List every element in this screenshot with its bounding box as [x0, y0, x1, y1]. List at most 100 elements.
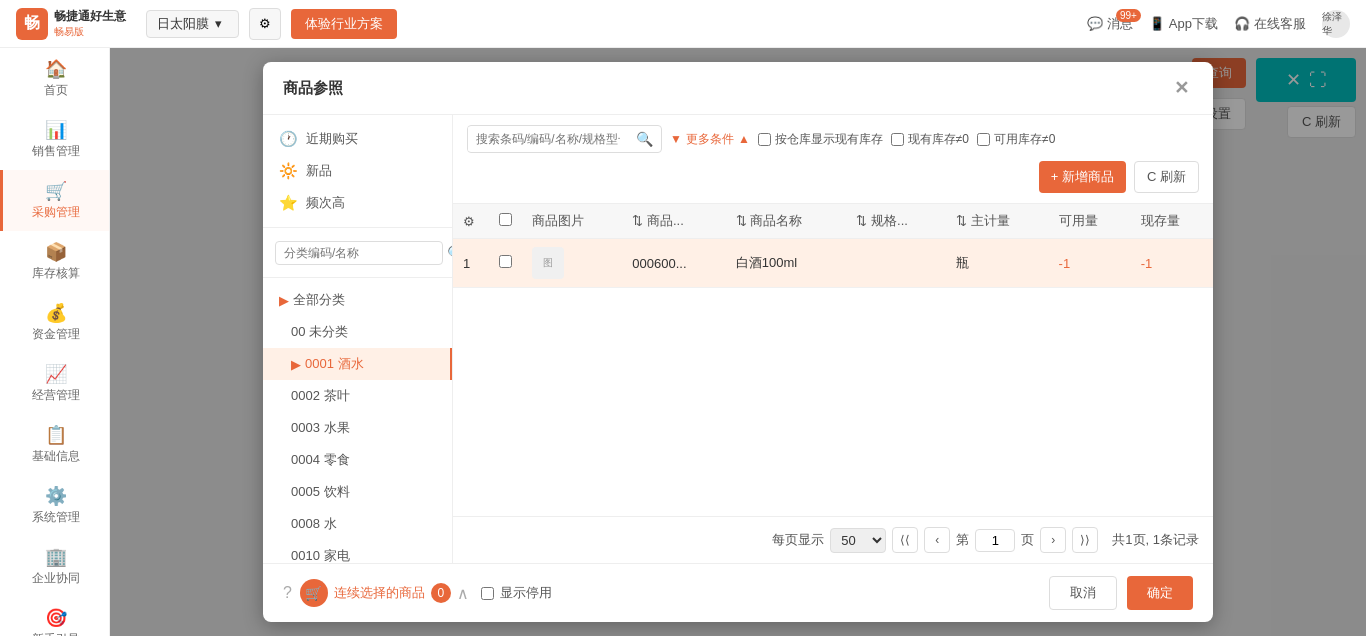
show-disabled-checkbox[interactable] — [481, 587, 494, 600]
refresh-button[interactable]: C 刷新 — [1134, 161, 1199, 193]
cell-check[interactable] — [489, 239, 522, 288]
guide-icon: 🎯 — [45, 607, 67, 629]
category-item-water[interactable]: 0008 水 — [263, 508, 452, 540]
usable-not-zero-filter[interactable]: 可用库存≠0 — [977, 131, 1055, 148]
sidebar-item-purchase[interactable]: 🛒 采购管理 — [0, 170, 109, 231]
modal-title: 商品参照 — [283, 79, 343, 98]
more-filters-button[interactable]: ▼ 更多条件 ▲ — [670, 131, 750, 148]
th-code[interactable]: ⇅ 商品... — [622, 204, 725, 239]
last-page-button[interactable]: ⟩⟩ — [1072, 527, 1098, 553]
frequent-item[interactable]: ⭐ 频次高 — [263, 187, 452, 219]
table-header-row: ⚙ 商品图片 ⇅ 商品... — [453, 204, 1213, 239]
new-products-item[interactable]: 🔆 新品 — [263, 155, 452, 187]
logo-icon: 畅 — [16, 8, 48, 40]
arrow-icon: ▶ — [279, 293, 289, 308]
online-service-button[interactable]: 🎧 在线客服 — [1234, 15, 1306, 33]
category-item-drinks[interactable]: 0005 饮料 — [263, 476, 452, 508]
modal-close-button[interactable]: ✕ — [1169, 76, 1193, 100]
sidebar-item-inventory[interactable]: 📦 库存核算 — [0, 231, 109, 292]
row-checkbox[interactable] — [499, 255, 512, 268]
logo-text: 畅捷通好生意 畅易版 — [54, 8, 126, 39]
sidebar-item-finance[interactable]: 💰 资金管理 — [0, 292, 109, 353]
category-item-snacks[interactable]: 0004 零食 — [263, 444, 452, 476]
table-row[interactable]: 1 图 000600... 白酒100ml — [453, 239, 1213, 288]
category-item-liquor[interactable]: ▶ 0001 酒水 — [263, 348, 452, 380]
collapse-icon[interactable]: ∧ — [457, 584, 469, 603]
recent-purchases-item[interactable]: 🕐 近期购买 — [263, 123, 452, 155]
experience-button[interactable]: 体验行业方案 — [291, 9, 397, 39]
sidebar-item-home[interactable]: 🏠 首页 — [0, 48, 109, 109]
help-icon[interactable]: ? — [283, 584, 292, 602]
sidebar-item-sales[interactable]: 📊 销售管理 — [0, 109, 109, 170]
category-item-all[interactable]: ▶ 全部分类 — [263, 284, 452, 316]
category-search-input[interactable] — [275, 241, 443, 265]
sidebar-item-enterprise[interactable]: 🏢 企业协同 — [0, 536, 109, 597]
sidebar-item-guide[interactable]: 🎯 新手引导 — [0, 597, 109, 636]
available-not-zero-filter[interactable]: 现有库存≠0 — [891, 131, 969, 148]
page-size-label: 每页显示 — [772, 531, 824, 549]
settings-icon[interactable]: ⚙ — [249, 8, 281, 40]
cell-num: 1 — [453, 239, 489, 288]
select-all-checkbox[interactable] — [499, 213, 512, 226]
usable-not-zero-checkbox[interactable] — [977, 133, 990, 146]
chevron-down-icon: ▾ — [215, 16, 222, 31]
cell-image: 图 — [522, 239, 622, 288]
clock-icon: 🕐 — [279, 130, 298, 148]
product-table: ⚙ 商品图片 ⇅ 商品... — [453, 204, 1213, 516]
category-item-fruit[interactable]: 0003 水果 — [263, 412, 452, 444]
confirm-button[interactable]: 确定 — [1127, 576, 1193, 610]
cart-button[interactable]: 🛒 连续选择的商品 0 ∧ — [300, 579, 469, 607]
th-available: 可用量 — [1049, 204, 1131, 239]
enterprise-icon: 🏢 — [45, 546, 67, 568]
first-page-button[interactable]: ⟨⟨ — [892, 527, 918, 553]
store-selector[interactable]: 日太阳膜 ▾ — [146, 10, 239, 38]
app-download-button[interactable]: 📱 App下载 — [1149, 15, 1218, 33]
th-spec[interactable]: ⇅ 规格... — [846, 204, 946, 239]
category-item-appliances[interactable]: 0010 家电 — [263, 540, 452, 563]
th-settings[interactable]: ⚙ — [453, 204, 489, 239]
quick-items-list: 🕐 近期购买 🔆 新品 ⭐ 频次高 — [263, 115, 452, 228]
sidebar-item-operations[interactable]: 📈 经营管理 — [0, 353, 109, 414]
table-body: 1 图 000600... 白酒100ml — [453, 239, 1213, 288]
product-thumbnail: 图 — [532, 247, 564, 279]
messages-badge: 99+ — [1116, 9, 1141, 22]
product-search-box: 🔍 — [467, 125, 662, 153]
next-page-button[interactable]: › — [1040, 527, 1066, 553]
sort-spec-icon: ⇅ — [856, 213, 867, 228]
product-panel: 🔍 ▼ 更多条件 ▲ 按仓库显示现有库存 — [453, 115, 1213, 563]
th-unit[interactable]: ⇅ 主计量 — [946, 204, 1049, 239]
page-size-select[interactable]: 50 10 20 100 — [830, 528, 886, 553]
cell-unit: 瓶 — [946, 239, 1049, 288]
sidebar-item-basic[interactable]: 📋 基础信息 — [0, 414, 109, 475]
messages-button[interactable]: 💬 消息 99+ — [1087, 15, 1133, 33]
new-icon: 🔆 — [279, 162, 298, 180]
category-item-tea[interactable]: 0002 茶叶 — [263, 380, 452, 412]
add-product-button[interactable]: + 新增商品 — [1039, 161, 1126, 193]
product-search-input[interactable] — [468, 127, 628, 151]
pagination: 每页显示 50 10 20 100 ⟨⟨ ‹ 第 页 — [453, 516, 1213, 563]
th-name[interactable]: ⇅ 商品名称 — [726, 204, 847, 239]
category-item-uncategorized[interactable]: 00 未分类 — [263, 316, 452, 348]
page-number-input[interactable] — [975, 529, 1015, 552]
sidebar-item-system[interactable]: ⚙️ 系统管理 — [0, 475, 109, 536]
page-label-end: 页 — [1021, 531, 1034, 549]
show-warehouse-inventory-filter[interactable]: 按仓库显示现有库存 — [758, 131, 883, 148]
product-search-button[interactable]: 🔍 — [628, 126, 661, 152]
show-disabled-label[interactable]: 显示停用 — [481, 584, 552, 602]
sort-code-icon: ⇅ — [632, 213, 643, 228]
avatar: 徐泽华 — [1322, 10, 1350, 38]
category-panel: 🕐 近期购买 🔆 新品 ⭐ 频次高 — [263, 115, 453, 563]
purchase-icon: 🛒 — [45, 180, 67, 202]
th-checkbox — [489, 204, 522, 239]
modal-overlay: 商品参照 ✕ 🕐 近期购买 🔆 — [110, 48, 1366, 636]
available-not-zero-checkbox[interactable] — [891, 133, 904, 146]
products-table: ⚙ 商品图片 ⇅ 商品... — [453, 204, 1213, 288]
cancel-button[interactable]: 取消 — [1049, 576, 1117, 610]
footer-right: 取消 确定 — [1049, 576, 1193, 610]
star-icon: ⭐ — [279, 194, 298, 212]
sales-icon: 📊 — [45, 119, 67, 141]
prev-page-button[interactable]: ‹ — [924, 527, 950, 553]
show-warehouse-inventory-checkbox[interactable] — [758, 133, 771, 146]
user-profile-button[interactable]: 徐泽华 — [1322, 10, 1350, 38]
cart-icon: 🛒 — [300, 579, 328, 607]
